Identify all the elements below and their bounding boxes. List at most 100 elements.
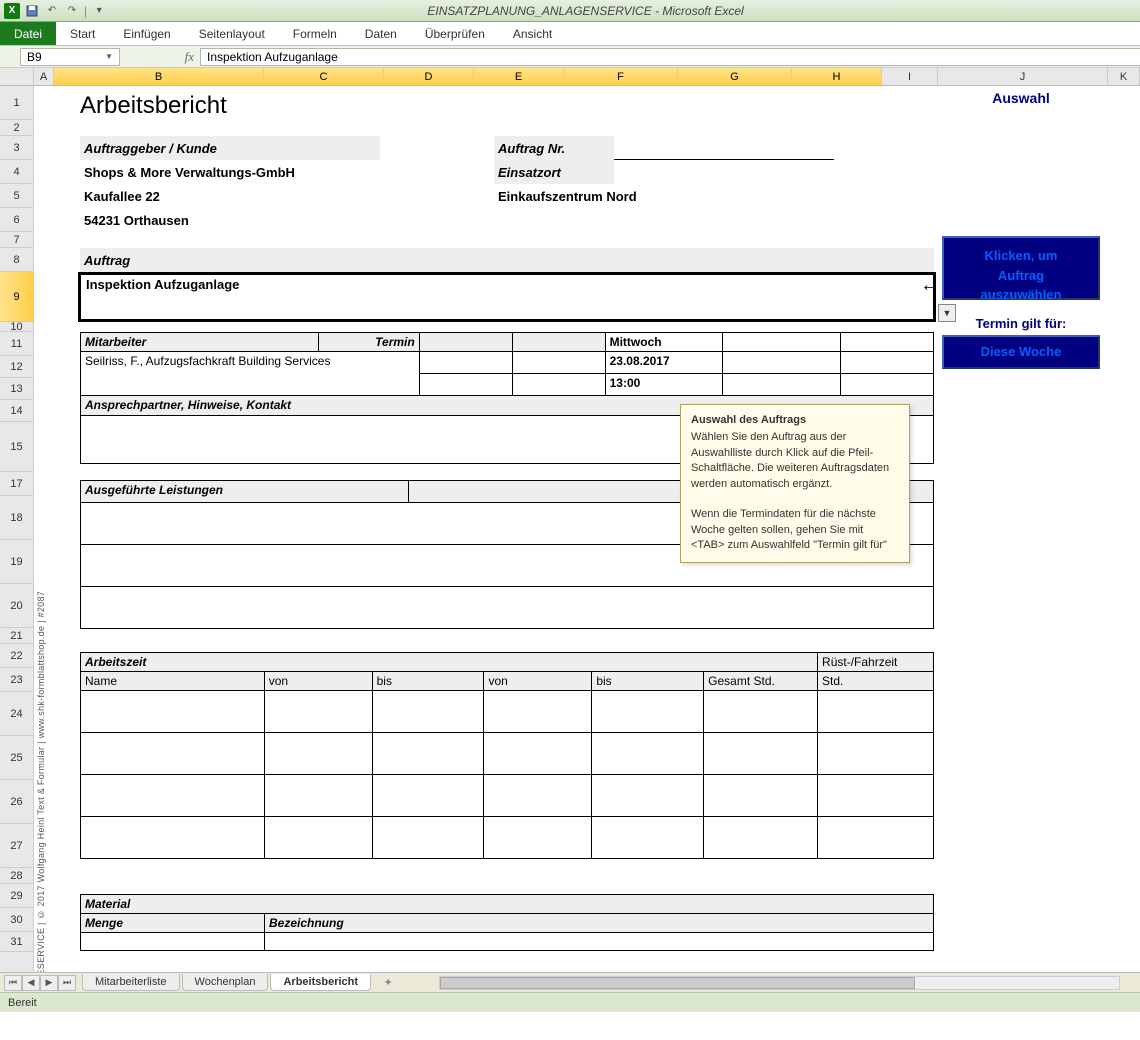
document-title: EINSATZPLANUNG_ANLAGENSERVICE - Microsof… bbox=[111, 4, 1140, 18]
label-termin-gilt: Termin gilt für: bbox=[936, 316, 1106, 331]
row-header-6[interactable]: 6 bbox=[0, 208, 33, 232]
col-header-D[interactable]: D bbox=[384, 68, 474, 85]
col-header-A[interactable]: A bbox=[34, 68, 54, 85]
col-header-G[interactable]: G bbox=[678, 68, 792, 85]
formula-bar: B9 ▼ fx Inspektion Aufzuganlage bbox=[0, 46, 1140, 68]
redo-icon[interactable]: ↷ bbox=[64, 3, 80, 19]
row-header-24[interactable]: 24 bbox=[0, 692, 33, 736]
tab-daten[interactable]: Daten bbox=[351, 22, 411, 45]
tab-formeln[interactable]: Formeln bbox=[279, 22, 351, 45]
tab-seitenlayout[interactable]: Seitenlayout bbox=[185, 22, 279, 45]
tab-nav-first-icon[interactable]: ⏮ bbox=[4, 975, 22, 991]
row-header-2[interactable]: 2 bbox=[0, 120, 33, 136]
undo-icon[interactable]: ↶ bbox=[44, 3, 60, 19]
row-header-22[interactable]: 22 bbox=[0, 644, 33, 668]
table-material: Material Menge Bezeichnung bbox=[80, 894, 934, 951]
sheet-area: ABCDEFGHIJK 1234567891011121314151718192… bbox=[0, 68, 1140, 1012]
sheet-tabs: ⏮ ◀ ▶ ⏭ MitarbeiterlisteWochenplanArbeit… bbox=[0, 972, 1140, 992]
row-header-18[interactable]: 18 bbox=[0, 496, 33, 540]
row-header-25[interactable]: 25 bbox=[0, 736, 33, 780]
value-termin-day: Mittwoch bbox=[605, 333, 723, 352]
tab-ueberpruefen[interactable]: Überprüfen bbox=[411, 22, 499, 45]
td-blank2 bbox=[841, 333, 934, 352]
row-header-27[interactable]: 27 bbox=[0, 824, 33, 868]
sheet-tab-wochenplan[interactable]: Wochenplan bbox=[182, 974, 269, 991]
tooltip: Auswahl des Auftrags Wählen Sie den Auft… bbox=[680, 404, 910, 563]
name-box[interactable]: B9 ▼ bbox=[20, 48, 120, 66]
row-header-8[interactable]: 8 bbox=[0, 248, 33, 272]
row-header-26[interactable]: 26 bbox=[0, 780, 33, 824]
tab-nav-next-icon[interactable]: ▶ bbox=[40, 975, 58, 991]
value-mitarbeiter: Seilriss, F., Aufzugsfachkraft Building … bbox=[81, 352, 420, 396]
row-header-13[interactable]: 13 bbox=[0, 378, 33, 400]
col-header-F[interactable]: F bbox=[564, 68, 678, 85]
col-header-K[interactable]: K bbox=[1108, 68, 1140, 85]
value-einsatzort: Einkaufszentrum Nord bbox=[494, 184, 794, 208]
file-tab[interactable]: Datei bbox=[0, 22, 56, 45]
button-select-order[interactable]: Klicken, um Auftrag auszuwählen bbox=[942, 236, 1100, 300]
sheet-tab-mitarbeiterliste[interactable]: Mitarbeiterliste bbox=[82, 974, 180, 991]
label-auftrag: Auftrag bbox=[80, 248, 934, 272]
row-header-12[interactable]: 12 bbox=[0, 356, 33, 378]
sheet-tab-arbeitsbericht[interactable]: Arbeitsbericht bbox=[270, 974, 371, 991]
tab-nav-last-icon[interactable]: ⏭ bbox=[58, 975, 76, 991]
row-header-4[interactable]: 4 bbox=[0, 160, 33, 184]
th-az-von2: von bbox=[484, 672, 592, 691]
col-header-I[interactable]: I bbox=[882, 68, 938, 85]
value-auftrag: Inspektion Aufzuganlage bbox=[82, 274, 932, 294]
row-header-1[interactable]: 1 bbox=[0, 86, 33, 120]
side-panel: Auswahl Klicken, um Auftrag auszuwählen … bbox=[936, 86, 1106, 373]
row-header-19[interactable]: 19 bbox=[0, 540, 33, 584]
row-header-7[interactable]: 7 bbox=[0, 232, 33, 248]
label-einsatzort: Einsatzort bbox=[494, 160, 614, 184]
add-sheet-icon[interactable]: ✦ bbox=[377, 976, 399, 989]
th-az-bis2: bis bbox=[592, 672, 704, 691]
th-az-name: Name bbox=[81, 672, 265, 691]
horizontal-scrollbar[interactable] bbox=[439, 976, 1120, 990]
row-header-29[interactable]: 29 bbox=[0, 884, 33, 908]
qat-dropdown-icon[interactable]: ▾ bbox=[91, 3, 107, 19]
tab-einfuegen[interactable]: Einfügen bbox=[109, 22, 184, 45]
row-header-31[interactable]: 31 bbox=[0, 932, 33, 952]
button-diese-woche[interactable]: Diese Woche bbox=[942, 335, 1100, 369]
formula-input[interactable]: Inspektion Aufzuganlage bbox=[200, 48, 1140, 66]
row-header-17[interactable]: 17 bbox=[0, 472, 33, 496]
row-header-15[interactable]: 15 bbox=[0, 422, 33, 472]
row-header-28[interactable]: 28 bbox=[0, 868, 33, 884]
th-bezeichnung: Bezeichnung bbox=[265, 914, 934, 933]
tab-nav-prev-icon[interactable]: ◀ bbox=[22, 975, 40, 991]
col-header-C[interactable]: C bbox=[264, 68, 384, 85]
row-header-5[interactable]: 5 bbox=[0, 184, 33, 208]
row-header-11[interactable]: 11 bbox=[0, 332, 33, 356]
th-leistungen: Ausgeführte Leistungen bbox=[81, 481, 409, 503]
col-header-H[interactable]: H bbox=[792, 68, 882, 85]
row-header-30[interactable]: 30 bbox=[0, 908, 33, 932]
th-az-von1: von bbox=[264, 672, 372, 691]
tab-ansicht[interactable]: Ansicht bbox=[499, 22, 566, 45]
row-header-23[interactable]: 23 bbox=[0, 668, 33, 692]
ribbon: Datei Start Einfügen Seitenlayout Formel… bbox=[0, 22, 1140, 46]
th-menge: Menge bbox=[81, 914, 265, 933]
tab-start[interactable]: Start bbox=[56, 22, 109, 45]
row-header-10[interactable]: 10 bbox=[0, 322, 33, 332]
th-mitarbeiter: Mitarbeiter bbox=[81, 333, 319, 352]
col-header-E[interactable]: E bbox=[474, 68, 564, 85]
save-icon[interactable] bbox=[24, 3, 40, 19]
row-header-14[interactable]: 14 bbox=[0, 400, 33, 422]
select-all-corner[interactable] bbox=[0, 68, 34, 85]
fx-icon[interactable]: fx bbox=[185, 49, 194, 65]
field-auftragnr[interactable] bbox=[614, 136, 834, 160]
field-leistung-3[interactable] bbox=[81, 587, 934, 629]
col-header-J[interactable]: J bbox=[938, 68, 1108, 85]
col-header-B[interactable]: B bbox=[54, 68, 264, 85]
row-header-20[interactable]: 20 bbox=[0, 584, 33, 628]
copyright-text: EBÄUDESERVICE | © 2017 Wolfgang Heinl Te… bbox=[36, 88, 54, 1008]
th-termin: Termin bbox=[318, 333, 419, 352]
title-bar: X ↶ ↷ | ▾ EINSATZPLANUNG_ANLAGENSERVICE … bbox=[0, 0, 1140, 22]
row-headers: 1234567891011121314151718192021222324252… bbox=[0, 86, 34, 1012]
page-title: Arbeitsbericht bbox=[34, 86, 227, 120]
row-header-21[interactable]: 21 bbox=[0, 628, 33, 644]
row-header-9[interactable]: 9 bbox=[0, 272, 33, 322]
row-header-3[interactable]: 3 bbox=[0, 136, 33, 160]
name-box-dropdown-icon[interactable]: ▼ bbox=[105, 52, 113, 61]
